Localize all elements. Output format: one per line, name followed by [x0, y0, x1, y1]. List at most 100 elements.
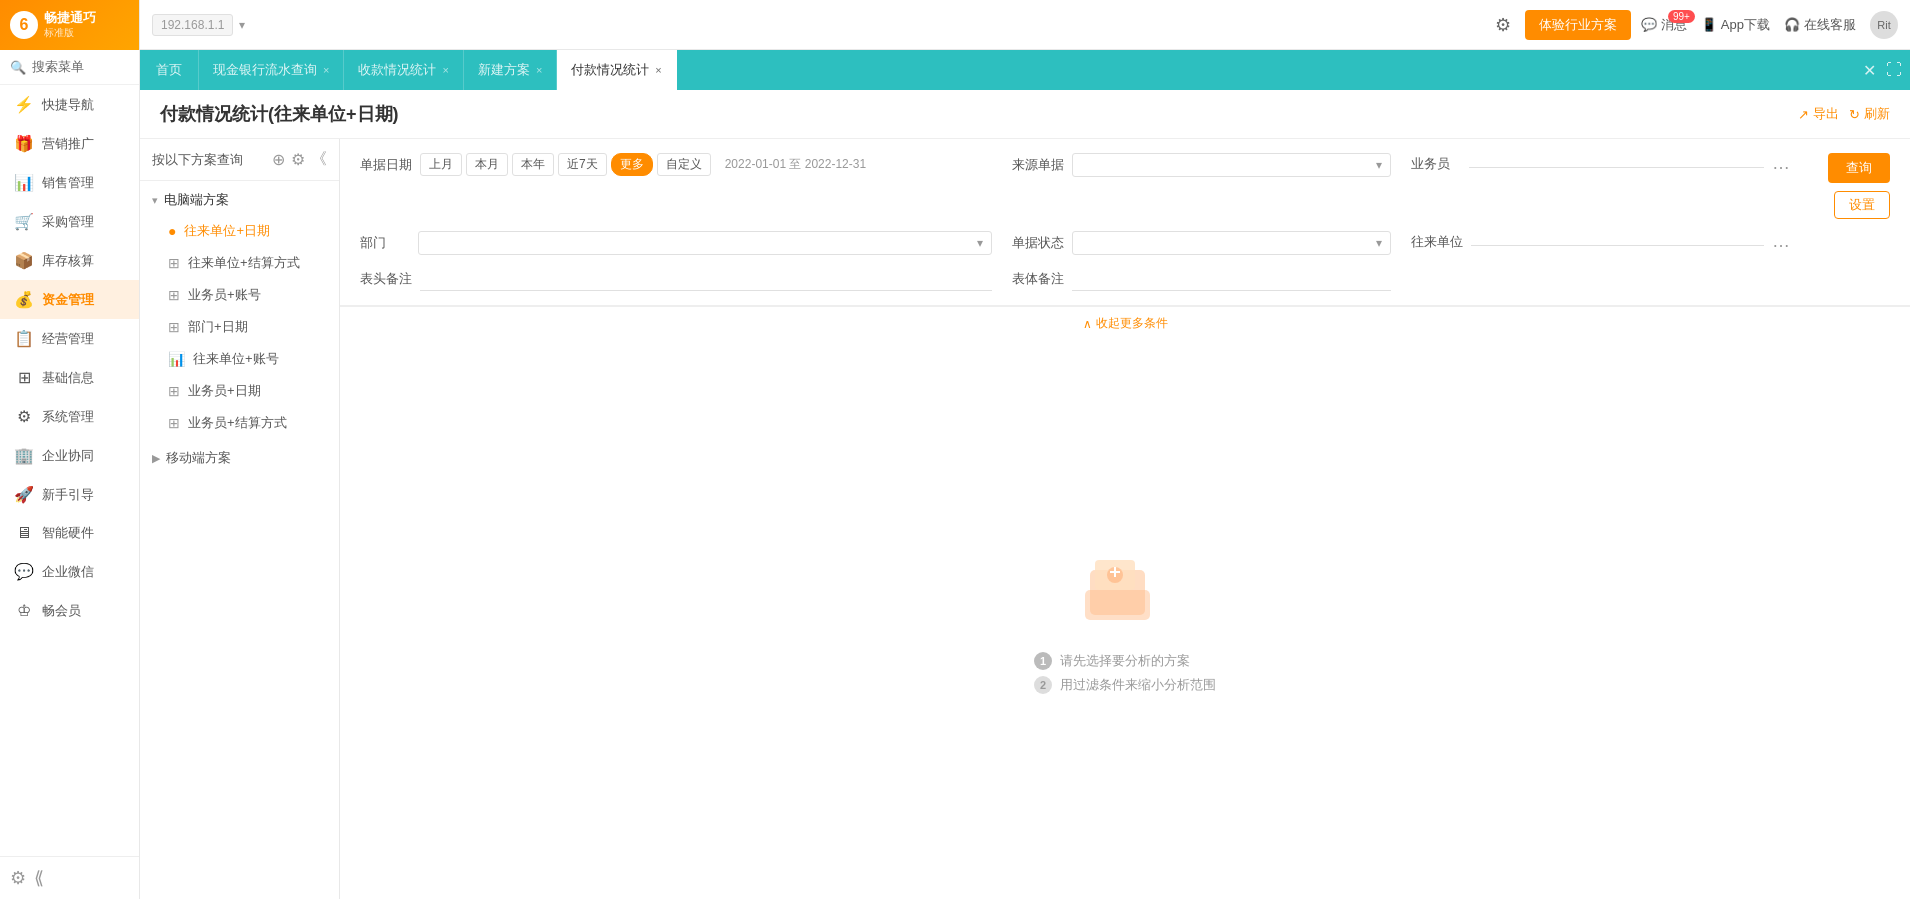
nav-icon-sales: 📊	[14, 173, 34, 192]
refresh-btn[interactable]: ↻ 刷新	[1849, 105, 1890, 123]
nav-label-inventory: 库存核算	[42, 252, 94, 270]
sidebar-item-hardware[interactable]: 🖥智能硬件	[0, 514, 139, 552]
nav-label-purchase: 采购管理	[42, 213, 94, 231]
query-btn[interactable]: 查询	[1828, 153, 1890, 183]
address-chevron-icon[interactable]: ▾	[239, 18, 245, 32]
nav-icon-wechat: 💬	[14, 562, 34, 581]
close-window-icon[interactable]: ✕	[1863, 61, 1876, 80]
collapse-more-btn[interactable]: ∧ 收起更多条件	[340, 306, 1910, 340]
scheme-mobile-label: 移动端方案	[166, 449, 231, 467]
doc-status-select[interactable]: ▾	[1072, 231, 1391, 255]
message-badge: 99+	[1668, 10, 1695, 23]
table-body-note-input[interactable]	[1072, 267, 1391, 291]
sidebar-item-sales[interactable]: 📊销售管理	[0, 163, 139, 202]
collapse-sidebar-icon[interactable]: ⟪	[34, 867, 44, 889]
tab-payment-stat[interactable]: 付款情况统计×	[557, 50, 676, 90]
scheme-item-staff-settle[interactable]: ⊞业务员+结算方式	[140, 407, 339, 439]
dept-select[interactable]: ▾	[418, 231, 992, 255]
sidebar-item-marketing[interactable]: 🎁 营销推广	[0, 124, 139, 163]
scheme-add-icon[interactable]: ⊕	[272, 150, 285, 169]
table-body-note-field: 表体备注	[1012, 267, 1391, 291]
online-service-btn[interactable]: 🎧 在线客服	[1784, 16, 1856, 34]
app-icon: 📱	[1701, 17, 1717, 32]
setting-btn[interactable]: 设置	[1834, 191, 1890, 219]
doc-status-label: 单据状态	[1012, 234, 1064, 252]
page-actions: ↗ 导出 ↻ 刷新	[1798, 105, 1890, 123]
tab-close-payment-stat[interactable]: ×	[655, 64, 661, 76]
date-btn-custom[interactable]: 自定义	[657, 153, 711, 176]
tab-collection-stat[interactable]: 收款情况统计×	[344, 50, 463, 90]
nav-label-wechat: 企业微信	[42, 563, 94, 581]
fullscreen-icon[interactable]: ⛶	[1886, 61, 1902, 79]
date-btn-last-month[interactable]: 上月	[420, 153, 462, 176]
scheme-item-icon-staff-settle: ⊞	[168, 415, 180, 431]
try-industry-btn[interactable]: 体验行业方案	[1525, 10, 1631, 40]
search-menu-btn[interactable]: 🔍 搜索菜单	[0, 50, 139, 85]
sidebar-subtitle: 标准版	[44, 26, 96, 40]
nav-label-hardware: 智能硬件	[42, 524, 94, 542]
date-btn-more[interactable]: 更多	[611, 153, 653, 176]
scheme-collapse-icon[interactable]: 《	[311, 149, 327, 170]
content-area: 付款情况统计(往来单位+日期) ↗ 导出 ↻ 刷新 按以下方案查询 ⊕	[140, 90, 1910, 899]
scheme-item-staff-date[interactable]: ⊞业务员+日期	[140, 375, 339, 407]
scheme-header-icons: ⊕ ⚙ 《	[272, 149, 327, 170]
app-download-btn[interactable]: 📱 App下载	[1701, 16, 1770, 34]
sidebar-item-system[interactable]: ⚙系统管理	[0, 397, 139, 436]
scheme-item-icon-counter-account: 📊	[168, 351, 185, 367]
message-icon: 💬	[1641, 17, 1657, 32]
tab-close-collection-stat[interactable]: ×	[442, 64, 448, 76]
scheme-item-counter-account[interactable]: 📊往来单位+账号	[140, 343, 339, 375]
sidebar-item-finance[interactable]: 💰资金管理	[0, 280, 139, 319]
date-btn-this-year[interactable]: 本年	[512, 153, 554, 176]
export-btn[interactable]: ↗ 导出	[1798, 105, 1839, 123]
nav-label-basic: 基础信息	[42, 369, 94, 387]
salesperson-more-icon[interactable]: …	[1772, 153, 1790, 174]
filter-row-1: 单据日期 上月本月本年近7天更多自定义 2022-01-01 至 2022-12…	[360, 153, 1890, 219]
nav-label-marketing: 营销推广	[42, 135, 94, 153]
sidebar-item-enterprise[interactable]: 🏢企业协同	[0, 436, 139, 475]
date-btn-this-month[interactable]: 本月	[466, 153, 508, 176]
tab-new-scheme[interactable]: 新建方案×	[464, 50, 557, 90]
counter-party-select[interactable]	[1471, 237, 1764, 246]
sidebar-footer: ⚙ ⟪	[0, 856, 139, 899]
empty-hints: 1 请先选择要分析的方案 2 用过滤条件来缩小分析范围	[1034, 652, 1216, 700]
table-head-note-label: 表头备注	[360, 270, 412, 288]
date-btn-last-7[interactable]: 近7天	[558, 153, 607, 176]
tab-close-new-scheme[interactable]: ×	[536, 64, 542, 76]
counter-party-more-icon[interactable]: …	[1772, 231, 1790, 252]
salesperson-select[interactable]	[1469, 159, 1764, 168]
topbar-gear-icon[interactable]: ⚙	[1491, 10, 1515, 40]
nav-icon-marketing: 🎁	[14, 134, 34, 153]
sidebar-item-vip[interactable]: ♔畅会员	[0, 591, 139, 630]
sidebar-item-inventory[interactable]: 📦库存核算	[0, 241, 139, 280]
scheme-mobile-group[interactable]: ▶ 移动端方案	[140, 443, 339, 473]
scheme-desktop-header[interactable]: ▾ 电脑端方案	[140, 185, 339, 215]
sidebar-item-operation[interactable]: 📋经营管理	[0, 319, 139, 358]
page-header: 付款情况统计(往来单位+日期) ↗ 导出 ↻ 刷新	[140, 90, 1910, 139]
message-btn[interactable]: 💬 消息 99+	[1641, 16, 1687, 34]
sidebar-item-guide[interactable]: 🚀新手引导	[0, 475, 139, 514]
settings-icon[interactable]: ⚙	[10, 867, 26, 889]
tab-close-bank-flow[interactable]: ×	[323, 64, 329, 76]
scheme-item-counter-settle[interactable]: ⊞往来单位+结算方式	[140, 247, 339, 279]
nav-icon-system: ⚙	[14, 407, 34, 426]
scheme-item-staff-account[interactable]: ⊞业务员+账号	[140, 279, 339, 311]
scheme-item-counter-date[interactable]: ●往来单位+日期	[140, 215, 339, 247]
tab-bank-flow[interactable]: 现金银行流水查询×	[199, 50, 344, 90]
scheme-item-dept-date[interactable]: ⊞部门+日期	[140, 311, 339, 343]
scheme-item-label-staff-date: 业务员+日期	[188, 382, 261, 400]
nav-icon-guide: 🚀	[14, 485, 34, 504]
sidebar-item-basic[interactable]: ⊞基础信息	[0, 358, 139, 397]
scheme-panel-header: 按以下方案查询 ⊕ ⚙ 《	[140, 139, 339, 181]
table-head-note-field: 表头备注	[360, 267, 992, 291]
sidebar-item-quick-nav[interactable]: ⚡快捷导航	[0, 85, 139, 124]
sidebar-item-purchase[interactable]: 🛒采购管理	[0, 202, 139, 241]
tab-home[interactable]: 首页	[140, 50, 199, 90]
user-avatar[interactable]: Rit	[1870, 11, 1898, 39]
topbar-right: 💬 消息 99+ 📱 App下载 🎧 在线客服 Rit	[1641, 11, 1898, 39]
source-select[interactable]: ▾	[1072, 153, 1391, 177]
table-head-note-input[interactable]	[420, 267, 992, 291]
sidebar-item-wechat[interactable]: 💬 企业微信	[0, 552, 139, 591]
scheme-setting-icon[interactable]: ⚙	[291, 150, 305, 169]
empty-hint-2: 2 用过滤条件来缩小分析范围	[1034, 676, 1216, 694]
